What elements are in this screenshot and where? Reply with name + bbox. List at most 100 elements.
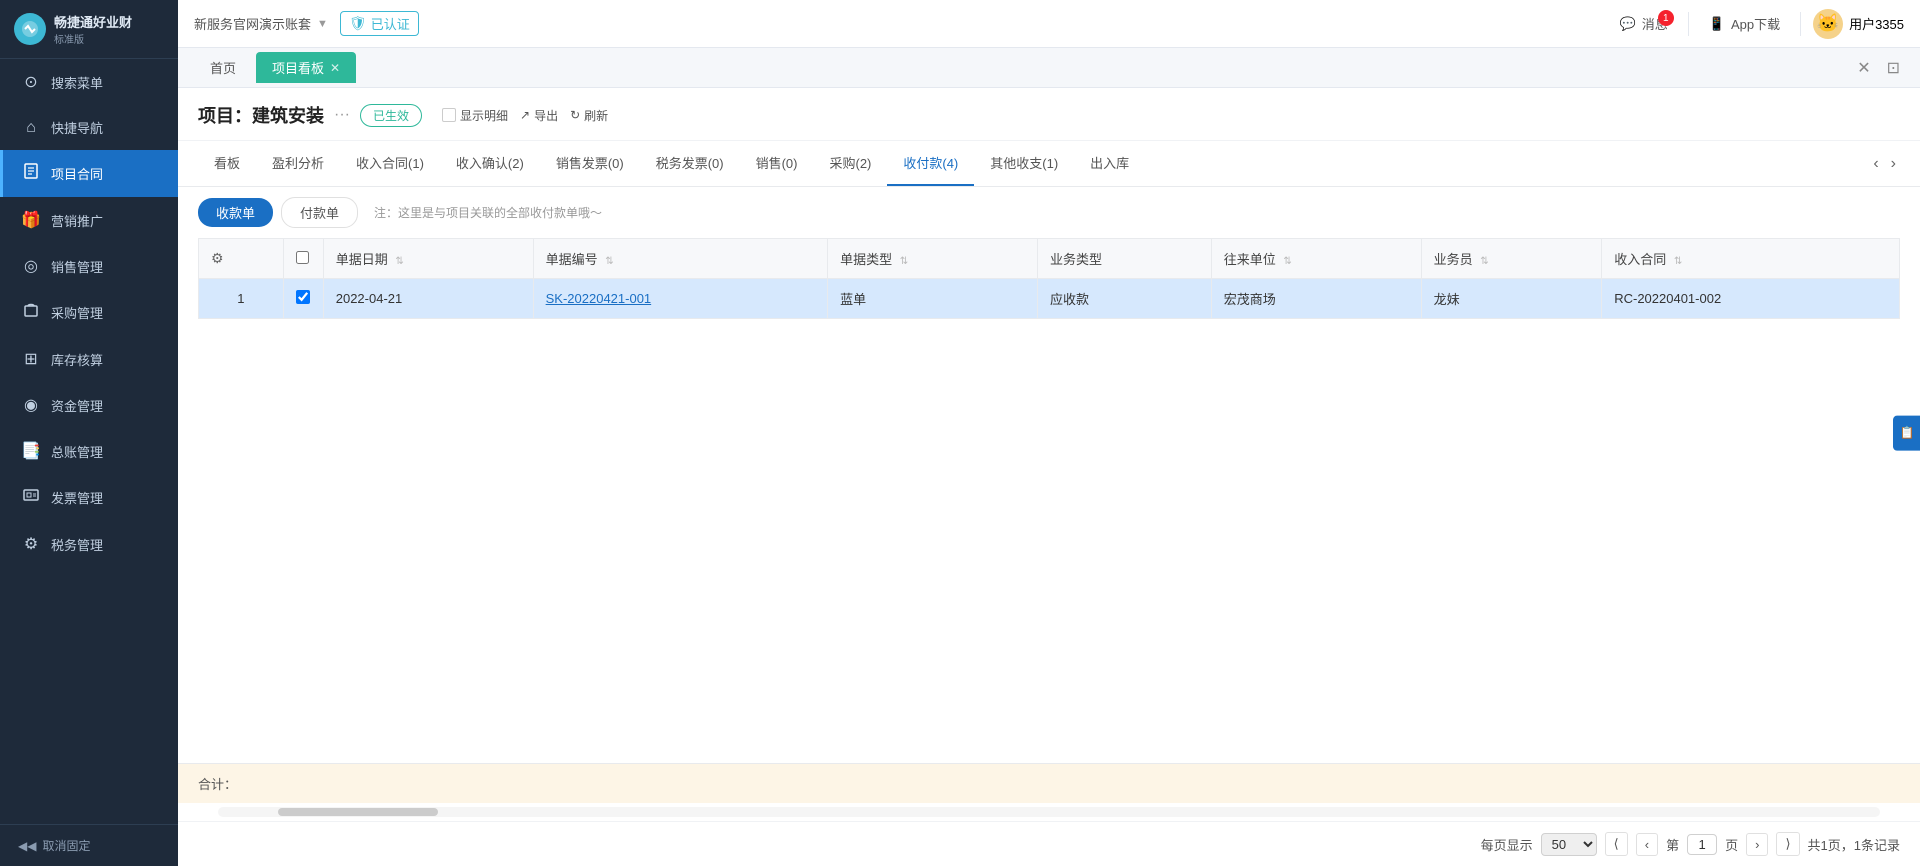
sidebar-item-tax[interactable]: ⚙ 税务管理 [0, 521, 178, 567]
account-name: 新服务官网演示账套 [194, 14, 311, 33]
receipt-type-tabs: 收款单 付款单 注：这里是与项目关联的全部收付款单哦～ [178, 187, 1920, 238]
th-date[interactable]: 单据日期 ⇅ [323, 239, 533, 279]
sub-tab-prev-button[interactable]: ‹ [1869, 151, 1882, 177]
home-icon: ⌂ [21, 119, 41, 137]
app-download-label: App下载 [1731, 14, 1780, 33]
row-number-link[interactable]: SK-20220421-001 [546, 291, 652, 306]
show-detail-checkbox[interactable]: 显示明细 [442, 107, 508, 124]
horizontal-scrollbar[interactable] [178, 803, 1920, 821]
sub-tab-stock-io[interactable]: 出入库 [1074, 141, 1145, 186]
th-biz-type: 业务类型 [1038, 239, 1212, 279]
th-counterparty[interactable]: 往来单位 ⇅ [1211, 239, 1421, 279]
sidebar-item-inventory[interactable]: ⊞ 库存核算 [0, 336, 178, 382]
sidebar-item-contracts[interactable]: 项目合同 [0, 150, 178, 197]
sidebar-unpin[interactable]: ◀◀ 取消固定 [0, 824, 178, 866]
th-number[interactable]: 单据编号 ⇅ [533, 239, 828, 279]
sub-tab-profit[interactable]: 盈利分析 [256, 141, 340, 186]
invoice-icon [21, 487, 41, 508]
sub-tab-income-confirm-label: 收入确认(2) [456, 156, 524, 171]
sub-tab-profit-label: 盈利分析 [272, 156, 324, 171]
account-chevron-icon: ▼ [317, 18, 328, 30]
prev-page-button[interactable]: ‹ [1636, 833, 1658, 856]
sidebar-item-label: 营销推广 [51, 211, 103, 230]
app-version: 标准版 [54, 31, 132, 46]
first-page-button[interactable]: ⟨ [1605, 832, 1628, 856]
row-index: 1 [237, 291, 244, 306]
side-action-button[interactable]: 📋 [1893, 416, 1920, 451]
export-label: 导出 [534, 107, 558, 124]
tab-close-window-button[interactable]: ✕ [1853, 56, 1874, 80]
sort-icon-counterparty: ⇅ [1283, 256, 1291, 267]
th-income-contract-label: 收入合同 [1614, 252, 1666, 267]
payment-bill-tab[interactable]: 付款单 [281, 197, 358, 228]
sub-tab-receipt[interactable]: 收付款(4) [887, 141, 974, 186]
tab-project-board-label: 项目看板 [272, 58, 324, 77]
last-page-button[interactable]: ⟩ [1776, 832, 1799, 856]
purchase-icon [21, 302, 41, 323]
sidebar-item-purchase[interactable]: 采购管理 [0, 289, 178, 336]
sidebar-item-search[interactable]: ⊙ 搜索菜单 [0, 59, 178, 105]
th-income-contract[interactable]: 收入合同 ⇅ [1602, 239, 1900, 279]
app-download-button[interactable]: 📱 App下载 [1701, 10, 1788, 37]
tab-project-board[interactable]: 项目看板 ✕ [256, 52, 356, 83]
export-button[interactable]: ↗ 导出 [520, 107, 558, 124]
sidebar-item-ledger[interactable]: 📑 总账管理 [0, 428, 178, 474]
sidebar-item-label: 资金管理 [51, 396, 103, 415]
th-type[interactable]: 单据类型 ⇅ [828, 239, 1038, 279]
sort-icon-salesperson: ⇅ [1480, 256, 1488, 267]
sub-tab-sales-invoice-label: 销售发票(0) [556, 156, 624, 171]
tab-home[interactable]: 首页 [194, 52, 252, 83]
header-divider-2 [1800, 12, 1801, 36]
sub-tab-kanban-label: 看板 [214, 156, 240, 171]
project-header-actions: 显示明细 ↗ 导出 ↻ 刷新 [442, 107, 608, 124]
tab-bar: 首页 项目看板 ✕ ✕ ⊡ [178, 48, 1920, 88]
sub-tab-sales-invoice[interactable]: 销售发票(0) [540, 141, 640, 186]
refresh-button[interactable]: ↻ 刷新 [570, 107, 608, 124]
th-salesperson[interactable]: 业务员 ⇅ [1421, 239, 1602, 279]
next-page-button[interactable]: › [1746, 833, 1768, 856]
account-selector[interactable]: 新服务官网演示账套 ▼ [194, 14, 328, 33]
th-type-label: 单据类型 [840, 252, 892, 267]
sub-tab-sales[interactable]: 销售(0) [740, 141, 814, 186]
tab-maximize-button[interactable]: ⊡ [1883, 56, 1904, 80]
sub-tab-next-button[interactable]: › [1887, 151, 1900, 177]
sub-tab-kanban[interactable]: 看板 [198, 141, 256, 186]
messages-button[interactable]: 💬 消息 1 [1612, 10, 1676, 37]
sub-tab-purchase[interactable]: 采购(2) [813, 141, 887, 186]
sidebar-item-invoice[interactable]: 发票管理 [0, 474, 178, 521]
per-page-select[interactable]: 50 100 200 [1541, 833, 1597, 856]
current-page: 1 [1687, 834, 1717, 855]
select-all-checkbox[interactable] [296, 251, 309, 264]
unpin-icon: ◀◀ [18, 839, 36, 853]
funds-icon: ◉ [21, 395, 41, 415]
search-icon: ⊙ [21, 72, 41, 92]
td-counterparty: 宏茂商场 [1211, 279, 1421, 319]
ledger-icon: 📑 [21, 441, 41, 461]
sidebar-item-funds[interactable]: ◉ 资金管理 [0, 382, 178, 428]
table-row[interactable]: 1 2022-04-21 SK-20220421-001 蓝单 [199, 279, 1900, 319]
sub-tab-income-confirm[interactable]: 收入确认(2) [440, 141, 540, 186]
sub-tab-income-contract[interactable]: 收入合同(1) [340, 141, 440, 186]
sidebar: 畅捷通好业财 标准版 ⊙ 搜索菜单 ⌂ 快捷导航 项目合同 [0, 0, 178, 866]
column-settings-button[interactable]: ⚙ [211, 250, 224, 267]
td-number: SK-20220421-001 [533, 279, 828, 319]
per-page-label: 每页显示 [1481, 835, 1533, 854]
project-more-button[interactable]: ··· [334, 106, 350, 124]
sub-tab-tax-invoice[interactable]: 税务发票(0) [640, 141, 740, 186]
sidebar-nav: ⊙ 搜索菜单 ⌂ 快捷导航 项目合同 🎁 营销推广 [0, 59, 178, 824]
receipt-bill-tab[interactable]: 收款单 [198, 198, 273, 227]
sort-icon: ⇅ [395, 256, 403, 267]
sidebar-item-marketing[interactable]: 🎁 营销推广 [0, 197, 178, 243]
td-date: 2022-04-21 [323, 279, 533, 319]
user-info[interactable]: 🐱 用户3355 [1813, 9, 1904, 39]
sub-tab-other-expense[interactable]: 其他收支(1) [974, 141, 1074, 186]
sidebar-item-sales[interactable]: ◎ 销售管理 [0, 243, 178, 289]
row-select-checkbox[interactable] [296, 290, 310, 304]
tab-close-icon[interactable]: ✕ [330, 61, 340, 75]
sidebar-item-label: 库存核算 [51, 350, 103, 369]
payment-bill-label: 付款单 [300, 206, 339, 221]
th-checkbox [283, 239, 323, 279]
sidebar-item-quicknav[interactable]: ⌂ 快捷导航 [0, 105, 178, 150]
th-date-label: 单据日期 [336, 252, 388, 267]
refresh-label: 刷新 [584, 107, 608, 124]
